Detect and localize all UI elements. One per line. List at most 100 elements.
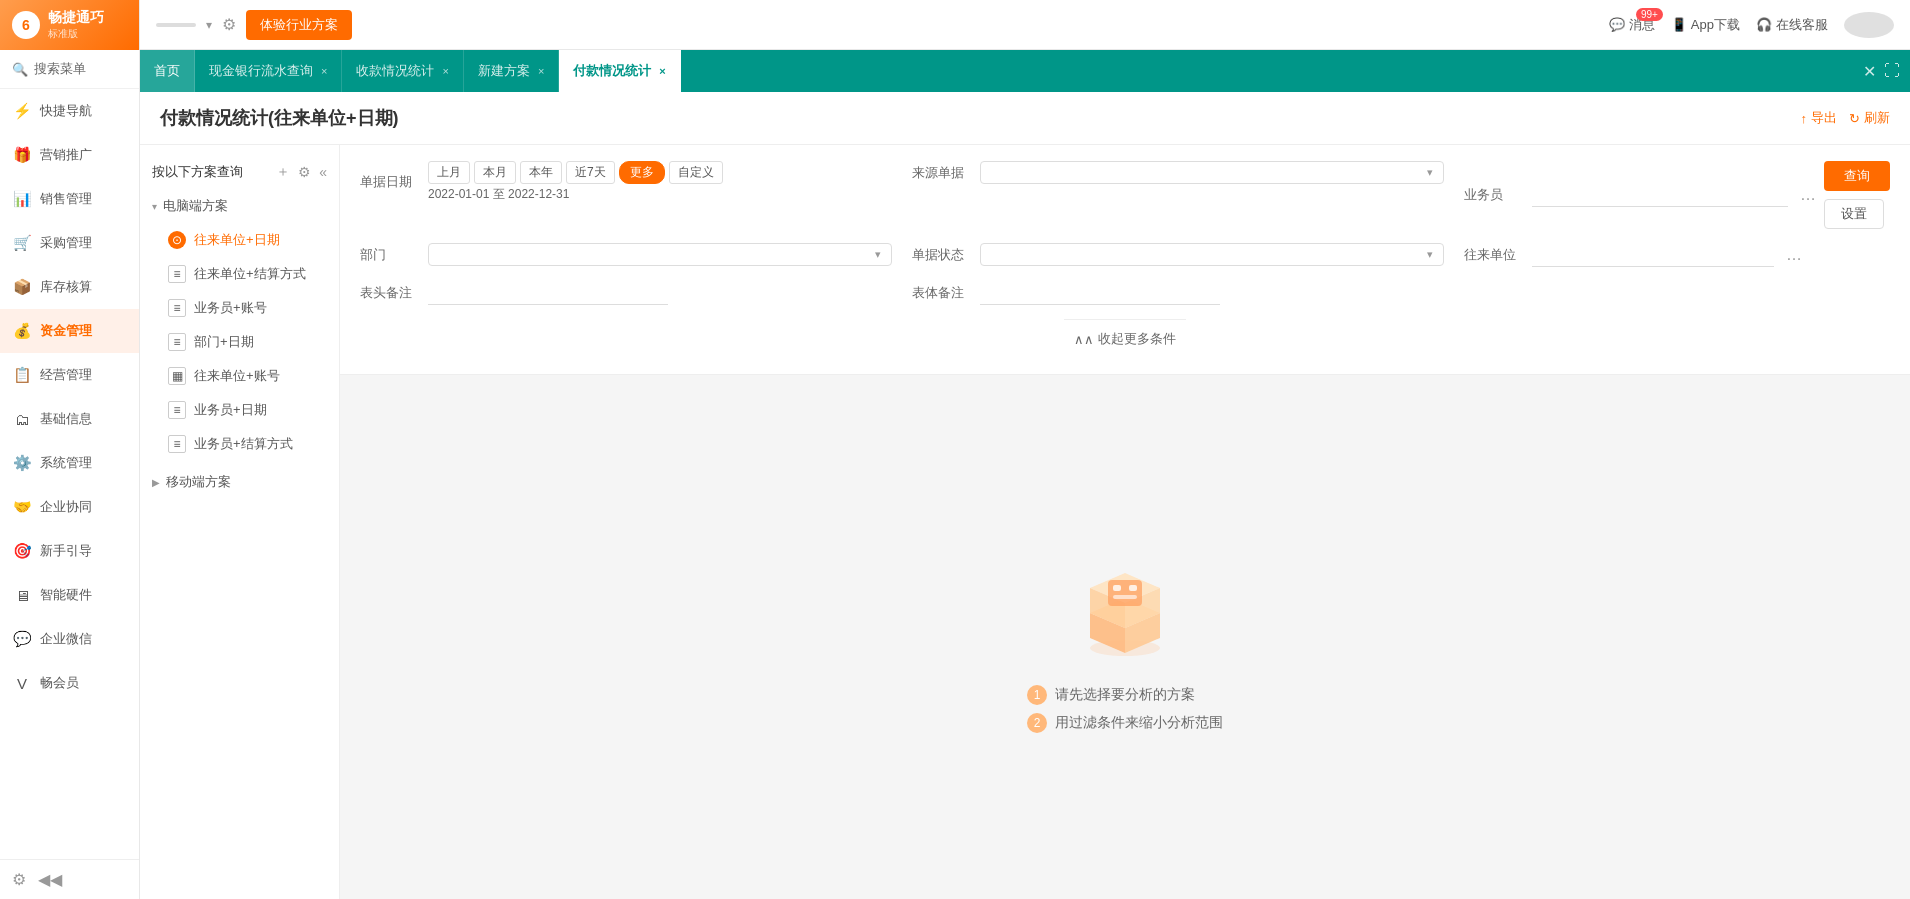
source-select-arrow: ▾ <box>1427 166 1433 179</box>
app-download-btn[interactable]: 📱 App下载 <box>1671 16 1740 34</box>
scheme-item-staff-date[interactable]: ≡ 业务员+日期 <box>140 393 339 427</box>
tab-close-new-scheme[interactable]: × <box>538 65 544 77</box>
collapse-scheme-icon[interactable]: « <box>319 164 327 180</box>
sidebar-item-member[interactable]: V畅会员 <box>0 661 139 705</box>
date-more[interactable]: 更多 <box>619 161 665 184</box>
scheme-item-unit-account[interactable]: ▦ 往来单位+账号 <box>140 359 339 393</box>
sidebar-item-purchase[interactable]: 🛒采购管理 <box>0 221 139 265</box>
date-this-month[interactable]: 本月 <box>474 161 516 184</box>
message-icon: 💬 <box>1609 17 1625 32</box>
refresh-icon: ↻ <box>1849 111 1860 126</box>
date-range: 2022-01-01 至 2022-12-31 <box>428 186 723 203</box>
dept-select-arrow: ▾ <box>875 248 881 261</box>
staff-label: 业务员 <box>1464 186 1524 204</box>
scheme-item-staff-account[interactable]: ≡ 业务员+账号 <box>140 291 339 325</box>
add-scheme-icon[interactable]: ＋ <box>276 163 290 181</box>
collapse-sidebar-icon[interactable]: ◀◀ <box>38 870 62 889</box>
date-this-year[interactable]: 本年 <box>520 161 562 184</box>
scheme-group-mobile-header[interactable]: ▶ 移动端方案 <box>140 465 339 499</box>
scheme-item-unit-date[interactable]: ⊙ 往来单位+日期 <box>140 223 339 257</box>
dept-label: 部门 <box>360 246 420 264</box>
tab-cash-flow[interactable]: 现金银行流水查询 × <box>195 50 342 92</box>
sidebar-item-guide[interactable]: 🎯新手引导 <box>0 529 139 573</box>
date-last-month[interactable]: 上月 <box>428 161 470 184</box>
tab-receivable[interactable]: 收款情况统计 × <box>342 50 463 92</box>
scheme-item-staff-settlement[interactable]: ≡ 业务员+结算方式 <box>140 427 339 461</box>
filter-unit: 往来单位 … <box>1464 243 1890 267</box>
online-service-btn[interactable]: 🎧 在线客服 <box>1756 16 1828 34</box>
tab-payment-stat[interactable]: 付款情况统计 × <box>559 50 680 92</box>
filter-staff: 业务员 … 查询 设置 <box>1464 161 1890 229</box>
tab-new-scheme[interactable]: 新建方案 × <box>464 50 559 92</box>
svg-rect-8 <box>1113 585 1121 591</box>
query-btn[interactable]: 查询 <box>1824 161 1890 191</box>
tab-close-cash-flow[interactable]: × <box>321 65 327 77</box>
refresh-btn[interactable]: ↻ 刷新 <box>1849 109 1890 127</box>
body-note-input[interactable] <box>980 281 1220 305</box>
settings-btn[interactable]: 设置 <box>1824 199 1884 229</box>
unit-ellipsis[interactable]: … <box>1786 246 1802 264</box>
scheme-group-desktop-header[interactable]: ▾ 电脑端方案 <box>140 189 339 223</box>
trial-btn[interactable]: 体验行业方案 <box>246 10 352 40</box>
topbar-gear-icon[interactable]: ⚙ <box>222 15 236 34</box>
scheme-item-unit-settlement[interactable]: ≡ 往来单位+结算方式 <box>140 257 339 291</box>
tab-home[interactable]: 首页 <box>140 50 195 92</box>
head-note-input[interactable] <box>428 281 668 305</box>
source-select[interactable]: ▾ <box>980 161 1444 184</box>
empty-illustration <box>1070 558 1180 668</box>
message-btn[interactable]: 💬 消息 99+ <box>1609 16 1655 34</box>
collapse-filter-btn[interactable]: ∧∧ 收起更多条件 <box>1064 319 1186 358</box>
head-note-label: 表头备注 <box>360 284 420 302</box>
unit-input[interactable] <box>1532 243 1774 267</box>
staff-date-label: 业务员+日期 <box>194 401 267 419</box>
staff-settlement-icon: ≡ <box>168 435 186 453</box>
unit-label: 往来单位 <box>1464 246 1524 264</box>
sidebar-item-hardware[interactable]: 🖥智能硬件 <box>0 573 139 617</box>
sidebar-item-marketing[interactable]: 🎁营销推广 <box>0 133 139 177</box>
page-title: 付款情况统计(往来单位+日期) <box>160 106 399 130</box>
date-7days[interactable]: 近7天 <box>566 161 615 184</box>
staff-input[interactable] <box>1532 183 1788 207</box>
sidebar-item-inventory[interactable]: 📦库存核算 <box>0 265 139 309</box>
settings-scheme-icon[interactable]: ⚙ <box>298 164 311 180</box>
sidebar-item-cooperation[interactable]: 🤝企业协同 <box>0 485 139 529</box>
filter-date: 单据日期 上月 本月 本年 近7天 更多 自定义 20 <box>360 161 892 203</box>
settings-icon[interactable]: ⚙ <box>12 870 26 889</box>
tab-fullscreen-icon[interactable]: ⛶ <box>1884 62 1900 80</box>
sidebar-icon-member: V <box>12 673 32 693</box>
sidebar-icon-marketing: 🎁 <box>12 145 32 165</box>
search-menu[interactable]: 🔍 搜索菜单 <box>0 50 139 89</box>
sidebar-item-wechat[interactable]: 💬企业微信 <box>0 617 139 661</box>
staff-ellipsis[interactable]: … <box>1800 186 1816 204</box>
dept-select[interactable]: ▾ <box>428 243 892 266</box>
user-chevron-icon[interactable]: ▾ <box>206 18 212 32</box>
date-custom[interactable]: 自定义 <box>669 161 723 184</box>
filter-head-note: 表头备注 <box>360 281 892 305</box>
sidebar-item-finance[interactable]: 💰资金管理 <box>0 309 139 353</box>
tab-close-receivable[interactable]: × <box>442 65 448 77</box>
filter-row-2: 部门 ▾ 单据状态 ▾ <box>360 243 1890 267</box>
export-btn[interactable]: ↑ 导出 <box>1801 109 1838 127</box>
sidebar-item-system[interactable]: ⚙️系统管理 <box>0 441 139 485</box>
sidebar-item-quick-nav[interactable]: ⚡快捷导航 <box>0 89 139 133</box>
sidebar-item-sales[interactable]: 📊销售管理 <box>0 177 139 221</box>
status-select[interactable]: ▾ <box>980 243 1444 266</box>
mobile-group-arrow: ▶ <box>152 477 160 488</box>
sidebar-icon-hardware: 🖥 <box>12 585 32 605</box>
scheme-header-title: 按以下方案查询 <box>152 163 243 181</box>
sidebar-icon-quick-nav: ⚡ <box>12 101 32 121</box>
sidebar-bottom: ⚙ ◀◀ <box>0 859 139 899</box>
date-label: 单据日期 <box>360 173 420 191</box>
tab-close-all-icon[interactable]: ✕ <box>1863 62 1876 81</box>
sidebar-item-basic[interactable]: 🗂基础信息 <box>0 397 139 441</box>
mobile-group-label: 移动端方案 <box>166 473 231 491</box>
scheme-group-desktop: ▾ 电脑端方案 ⊙ 往来单位+日期 ≡ 往来单位+结算方式 ≡ 业务员+账号 <box>140 189 339 461</box>
tab-close-payment-stat[interactable]: × <box>659 65 665 77</box>
desktop-group-label: 电脑端方案 <box>163 197 228 215</box>
main-content-area: 单据日期 上月 本月 本年 近7天 更多 自定义 20 <box>340 145 1910 899</box>
scheme-item-dept-date[interactable]: ≡ 部门+日期 <box>140 325 339 359</box>
sidebar-item-operation[interactable]: 📋经营管理 <box>0 353 139 397</box>
staff-account-label: 业务员+账号 <box>194 299 267 317</box>
unit-account-label: 往来单位+账号 <box>194 367 280 385</box>
avatar[interactable] <box>1844 12 1894 38</box>
